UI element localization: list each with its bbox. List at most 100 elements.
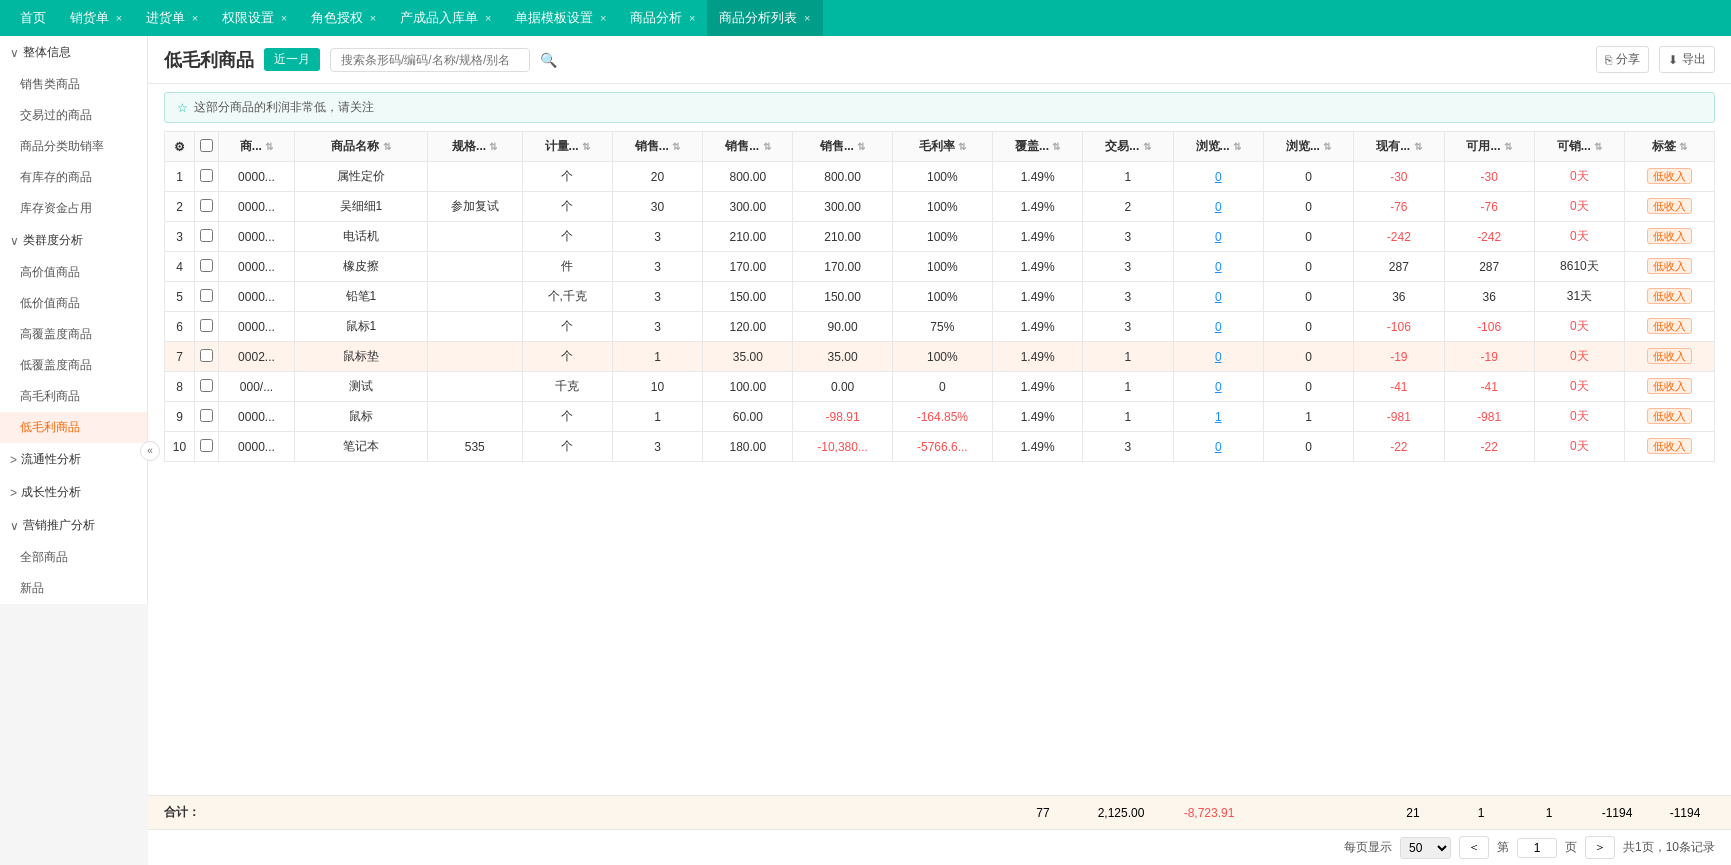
page-suffix: 页 bbox=[1565, 839, 1577, 856]
sidebar-item-all-goods[interactable]: 全部商品 bbox=[0, 542, 147, 573]
col-tag[interactable]: 标签 ⇅ bbox=[1625, 132, 1715, 162]
row-views1[interactable]: 0 bbox=[1173, 372, 1263, 402]
group-arrow-marketing: ∨ bbox=[10, 519, 19, 533]
sidebar-item-high-coverage[interactable]: 高覆盖度商品 bbox=[0, 319, 147, 350]
search-button[interactable]: 🔍 bbox=[540, 52, 557, 68]
col-transactions[interactable]: 交易... ⇅ bbox=[1083, 132, 1173, 162]
sidebar-item-high-value[interactable]: 高价值商品 bbox=[0, 257, 147, 288]
col-available[interactable]: 可用... ⇅ bbox=[1444, 132, 1534, 162]
row-views1[interactable]: 0 bbox=[1173, 312, 1263, 342]
sidebar-item-new-goods[interactable]: 新品 bbox=[0, 573, 147, 604]
export-button[interactable]: ⬇ 导出 bbox=[1659, 46, 1715, 73]
col-code[interactable]: 商... ⇅ bbox=[219, 132, 295, 162]
row-views1[interactable]: 0 bbox=[1173, 162, 1263, 192]
next-page-btn[interactable]: ＞ bbox=[1585, 836, 1615, 859]
row-views1[interactable]: 0 bbox=[1173, 432, 1263, 462]
row-views1[interactable]: 0 bbox=[1173, 282, 1263, 312]
nav-product-inbound[interactable]: 产成品入库单 × bbox=[388, 0, 503, 36]
row-checkbox[interactable] bbox=[195, 432, 219, 462]
tag-badge: 低收入 bbox=[1647, 258, 1692, 274]
row-checkbox[interactable] bbox=[195, 192, 219, 222]
row-checkbox[interactable] bbox=[195, 402, 219, 432]
search-input[interactable] bbox=[330, 48, 530, 72]
sidebar-item-low-coverage[interactable]: 低覆盖度商品 bbox=[0, 350, 147, 381]
row-views2: 0 bbox=[1263, 162, 1353, 192]
nav-product-analysis-list[interactable]: 商品分析列表 × bbox=[707, 0, 822, 36]
nav-sales-order[interactable]: 销货单 × bbox=[58, 0, 134, 36]
sidebar-item-traded-goods[interactable]: 交易过的商品 bbox=[0, 100, 147, 131]
sidebar-group-overall[interactable]: ∨ 整体信息 bbox=[0, 36, 147, 69]
nav-product-analysis[interactable]: 商品分析 × bbox=[618, 0, 707, 36]
row-gross-margin: -164.85% bbox=[892, 402, 992, 432]
nav-template-settings[interactable]: 单据模板设置 × bbox=[503, 0, 618, 36]
select-all-checkbox[interactable] bbox=[200, 139, 213, 152]
col-sales-amount[interactable]: 销售... ⇅ bbox=[703, 132, 793, 162]
nav-permissions[interactable]: 权限设置 × bbox=[210, 0, 299, 36]
row-transactions: 2 bbox=[1083, 192, 1173, 222]
nav-close-purchase[interactable]: × bbox=[192, 12, 198, 24]
row-views1[interactable]: 0 bbox=[1173, 192, 1263, 222]
col-gross-margin[interactable]: 毛利率 ⇅ bbox=[892, 132, 992, 162]
row-transactions: 1 bbox=[1083, 372, 1173, 402]
share-button[interactable]: ⎘ 分享 bbox=[1596, 46, 1649, 73]
row-checkbox[interactable] bbox=[195, 162, 219, 192]
col-views1[interactable]: 浏览... ⇅ bbox=[1173, 132, 1263, 162]
col-current-stock[interactable]: 现有... ⇅ bbox=[1354, 132, 1444, 162]
row-sales-qty: 3 bbox=[612, 252, 702, 282]
row-views1[interactable]: 0 bbox=[1173, 252, 1263, 282]
col-saleable[interactable]: 可销... ⇅ bbox=[1534, 132, 1624, 162]
sidebar-item-low-value[interactable]: 低价值商品 bbox=[0, 288, 147, 319]
nav-close-sales[interactable]: × bbox=[116, 12, 122, 24]
row-checkbox[interactable] bbox=[195, 312, 219, 342]
sidebar-item-low-margin[interactable]: 低毛利商品 bbox=[0, 412, 147, 443]
sidebar: ∨ 整体信息 销售类商品 交易过的商品 商品分类助销率 有库存的商品 库存资金占… bbox=[0, 36, 148, 604]
table-row: 1 0000... 属性定价 个 20 800.00 800.00 100% 1… bbox=[165, 162, 1715, 192]
nav-home[interactable]: 首页 bbox=[8, 0, 58, 36]
sidebar-item-sales-goods[interactable]: 销售类商品 bbox=[0, 69, 147, 100]
row-views2: 0 bbox=[1263, 432, 1353, 462]
col-settings[interactable]: ⚙ bbox=[165, 132, 195, 162]
nav-purchase-order[interactable]: 进货单 × bbox=[134, 0, 210, 36]
col-sales-profit[interactable]: 销售... ⇅ bbox=[793, 132, 892, 162]
row-sales-amount: 150.00 bbox=[703, 282, 793, 312]
sidebar-collapse-btn[interactable]: « bbox=[140, 441, 160, 461]
sidebar-group-growth[interactable]: > 成长性分析 bbox=[0, 476, 147, 509]
col-spec[interactable]: 规格... ⇅ bbox=[427, 132, 522, 162]
row-views1[interactable]: 0 bbox=[1173, 222, 1263, 252]
row-no: 3 bbox=[165, 222, 195, 252]
prev-page-btn[interactable]: ＜ bbox=[1459, 836, 1489, 859]
nav-role-auth[interactable]: 角色授权 × bbox=[299, 0, 388, 36]
row-checkbox[interactable] bbox=[195, 252, 219, 282]
sidebar-group-circulation[interactable]: > 流通性分析 bbox=[0, 443, 147, 476]
col-name[interactable]: 商品名称 ⇅ bbox=[294, 132, 427, 162]
col-unit[interactable]: 计量... ⇅ bbox=[522, 132, 612, 162]
row-views2: 0 bbox=[1263, 372, 1353, 402]
row-checkbox[interactable] bbox=[195, 222, 219, 252]
row-checkbox[interactable] bbox=[195, 372, 219, 402]
row-unit: 件 bbox=[522, 252, 612, 282]
per-page-select[interactable]: 50 100 200 bbox=[1400, 837, 1451, 859]
row-views1[interactable]: 0 bbox=[1173, 342, 1263, 372]
nav-close-permissions[interactable]: × bbox=[281, 12, 287, 24]
sidebar-group-marketing[interactable]: ∨ 营销推广分析 bbox=[0, 509, 147, 542]
row-checkbox[interactable] bbox=[195, 342, 219, 372]
current-page-input[interactable] bbox=[1517, 838, 1557, 858]
row-checkbox[interactable] bbox=[195, 282, 219, 312]
col-views2[interactable]: 浏览... ⇅ bbox=[1263, 132, 1353, 162]
row-views1[interactable]: 1 bbox=[1173, 402, 1263, 432]
sidebar-group-cluster[interactable]: ∨ 类群度分析 bbox=[0, 224, 147, 257]
sidebar-item-in-stock[interactable]: 有库存的商品 bbox=[0, 162, 147, 193]
nav-close-analysis-list[interactable]: × bbox=[804, 12, 810, 24]
row-name: 橡皮擦 bbox=[294, 252, 427, 282]
nav-close-analysis[interactable]: × bbox=[689, 12, 695, 24]
nav-close-template[interactable]: × bbox=[600, 12, 606, 24]
sidebar-item-stock-funds[interactable]: 库存资金占用 bbox=[0, 193, 147, 224]
nav-close-product-inbound[interactable]: × bbox=[485, 12, 491, 24]
col-checkbox-all[interactable] bbox=[195, 132, 219, 162]
sidebar-item-high-margin[interactable]: 高毛利商品 bbox=[0, 381, 147, 412]
col-coverage[interactable]: 覆盖... ⇅ bbox=[993, 132, 1083, 162]
nav-close-role[interactable]: × bbox=[370, 12, 376, 24]
sidebar-item-category-rate[interactable]: 商品分类助销率 bbox=[0, 131, 147, 162]
filter-recent-month-btn[interactable]: 近一月 bbox=[264, 48, 320, 71]
col-sales-qty[interactable]: 销售... ⇅ bbox=[612, 132, 702, 162]
